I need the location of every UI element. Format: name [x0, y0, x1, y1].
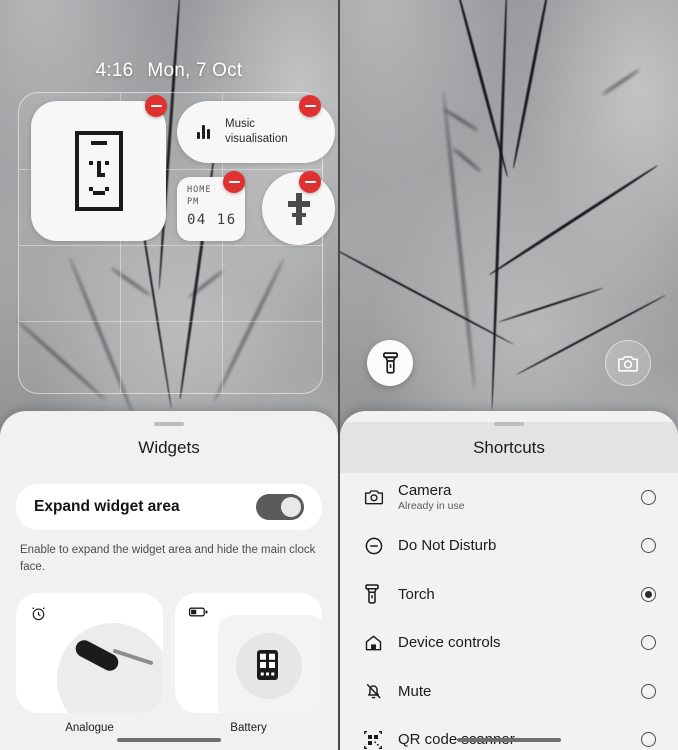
sheet-drag-handle[interactable]	[154, 422, 184, 426]
shortcut-item-do-not-disturb[interactable]: Do Not Disturb	[340, 522, 678, 571]
pixel-cross-icon	[287, 192, 310, 225]
shortcut-label: Do Not Disturb	[398, 537, 497, 555]
pixel-face-icon	[74, 131, 123, 211]
world-clock-meridiem: PM	[187, 197, 200, 208]
widget-pixel-face-clock[interactable]	[31, 101, 166, 241]
widgets-sheet-title: Widgets	[138, 438, 200, 457]
shortcut-item-device-controls[interactable]: Device controls	[340, 619, 678, 668]
left-phone-panel: 4:16 Mon, 7 Oct Music visualisation HOME…	[0, 0, 339, 750]
world-clock-location: HOME	[187, 185, 212, 195]
shortcuts-bottom-sheet: Shortcuts Camera Already in use Do Not D…	[340, 411, 678, 750]
battery-preview-card[interactable]	[175, 593, 322, 714]
home-icon	[364, 634, 398, 652]
shortcut-radio-selected[interactable]	[641, 586, 656, 602]
world-clock-time: 04 16	[187, 211, 237, 228]
shortcut-radio[interactable]	[641, 732, 656, 748]
shortcuts-sheet-title: Shortcuts	[473, 438, 545, 457]
home-indicator[interactable]	[457, 738, 561, 742]
right-phone-panel: Shortcuts Camera Already in use Do Not D…	[339, 0, 678, 750]
shortcut-item-mute[interactable]: Mute	[340, 667, 678, 716]
shortcut-radio[interactable]	[641, 683, 656, 699]
alarm-clock-icon	[30, 605, 47, 627]
battery-preview-caption: Battery	[230, 722, 267, 735]
widget-remove-button[interactable]	[145, 95, 167, 117]
shortcut-radio[interactable]	[641, 635, 656, 651]
lockscreen-time: 4:16	[95, 60, 134, 81]
shortcut-item-torch[interactable]: Torch	[340, 570, 678, 619]
pixel-phone-icon	[257, 650, 278, 681]
widgets-bottom-sheet: Widgets Expand widget area Enable to exp…	[0, 411, 338, 750]
torch-icon	[364, 584, 398, 604]
camera-icon	[618, 355, 638, 372]
bell-muted-icon	[364, 681, 398, 701]
camera-shortcut-button[interactable]	[605, 340, 651, 386]
analogue-preview-card[interactable]	[16, 593, 163, 714]
shortcut-label: Device controls	[398, 634, 501, 652]
shortcut-label: Mute	[398, 682, 432, 700]
widget-preview-battery[interactable]: Battery	[175, 593, 322, 734]
shortcut-label: Camera	[398, 482, 452, 500]
widget-remove-button[interactable]	[299, 95, 321, 117]
widget-music-label: Music visualisation	[225, 117, 288, 147]
widget-grid-area[interactable]: Music visualisation HOME PM 04 16	[18, 92, 335, 394]
widget-remove-button[interactable]	[299, 171, 321, 193]
sheet-drag-handle[interactable]	[494, 422, 524, 426]
analogue-preview-caption: Analogue	[65, 722, 114, 735]
shortcut-label: Torch	[398, 585, 435, 603]
qr-code-icon	[364, 730, 398, 749]
shortcut-sublabel: Already in use	[398, 500, 465, 513]
shortcuts-list: Camera Already in use Do Not Disturb Tor…	[340, 473, 678, 750]
expand-widget-area-label: Expand widget area	[34, 498, 180, 515]
shortcut-text-block: Torch	[398, 586, 641, 603]
expand-widget-area-hint: Enable to expand the widget area and hid…	[20, 544, 316, 573]
shortcut-text-block: Mute	[398, 683, 641, 700]
torch-icon	[382, 352, 398, 374]
shortcut-text-block: Camera Already in use	[398, 482, 641, 512]
shortcut-item-camera[interactable]: Camera Already in use	[340, 473, 678, 522]
shortcuts-sheet-header: Shortcuts	[340, 422, 678, 473]
shortcut-radio[interactable]	[641, 538, 656, 554]
expand-widget-area-row[interactable]: Expand widget area	[16, 484, 322, 530]
grid-line-horizontal	[19, 321, 322, 322]
expand-widget-area-toggle[interactable]	[256, 494, 304, 520]
grid-line-horizontal	[19, 245, 322, 246]
widget-remove-button[interactable]	[223, 171, 245, 193]
shortcut-text-block: Do Not Disturb	[398, 537, 641, 554]
equaliser-icon	[197, 125, 210, 139]
music-label-line2: visualisation	[225, 133, 288, 145]
shortcut-text-block: Device controls	[398, 634, 641, 651]
widget-preview-analogue[interactable]: Analogue	[16, 593, 163, 734]
do-not-disturb-icon	[364, 536, 398, 556]
music-label-line1: Music	[225, 117, 256, 130]
lockscreen-clock: 4:16 Mon, 7 Oct	[0, 60, 338, 82]
lockscreen-date: Mon, 7 Oct	[147, 60, 243, 81]
shortcut-radio[interactable]	[641, 489, 656, 505]
torch-shortcut-button[interactable]	[367, 340, 413, 386]
home-indicator[interactable]	[117, 738, 221, 742]
widget-preview-row: Analogue Battery	[16, 593, 322, 734]
shortcut-item-qr-code-scanner[interactable]: QR code scanner	[340, 716, 678, 750]
camera-icon	[364, 488, 398, 506]
battery-icon	[188, 605, 208, 623]
